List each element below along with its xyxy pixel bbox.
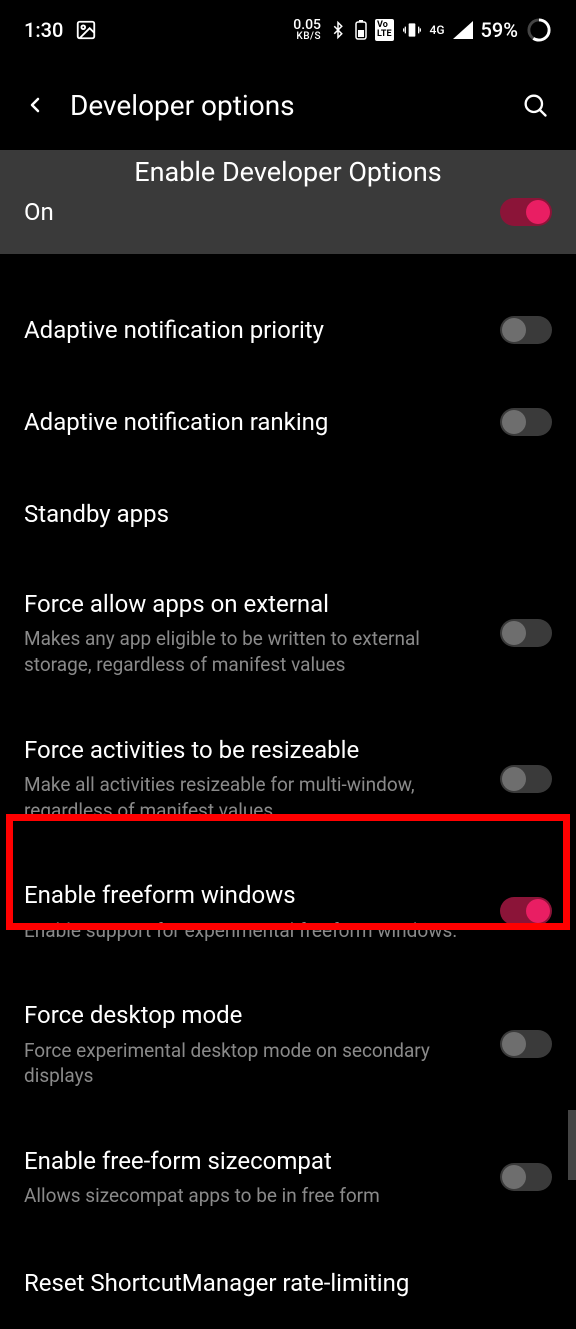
banner-state: On [24,198,54,226]
net-rate: 0.05 KB/S [293,18,321,42]
toggle-switch[interactable] [500,408,552,436]
item-standby-apps[interactable]: Standby apps [24,468,552,560]
item-reset-shortcutmanager[interactable]: Reset ShortcutManager rate-limiting [24,1237,552,1329]
status-time: 1:30 [24,18,63,42]
toggle-switch[interactable] [500,897,552,925]
item-subtitle: Allows sizecompat apps to be in free for… [24,1183,484,1209]
vibrate-icon [402,20,422,40]
battery-ring-icon [526,17,552,43]
net-rate-value: 0.05 [293,18,321,32]
banner-switch[interactable] [500,198,552,226]
banner-title: Enable Developer Options [24,150,552,198]
banner-row[interactable]: On [24,198,552,226]
bluetooth-icon [329,19,347,41]
page-title: Developer options [70,89,500,122]
toggle-switch[interactable] [500,765,552,793]
net-rate-unit: KB/S [293,32,321,42]
toggle-switch[interactable] [500,1163,552,1191]
net-gen: 4G [430,23,445,37]
item-title: Enable free-form sizecompat [24,1145,484,1177]
scrollbar[interactable] [568,1110,576,1180]
item-title: Adaptive notification priority [24,312,484,348]
item-title: Standby apps [24,496,552,532]
item-title: Adaptive notification ranking [24,404,484,440]
signal-icon [453,21,473,39]
status-left: 1:30 [24,18,293,42]
item-force-resizeable[interactable]: Force activities to be resizeable Make a… [24,706,552,852]
item-title: Enable freeform windows [24,879,484,911]
app-header: Developer options [0,60,576,150]
toggle-switch[interactable] [500,619,552,647]
back-icon[interactable] [18,88,52,122]
battery-small-icon [355,20,367,40]
toggle-switch[interactable] [500,1030,552,1058]
search-icon[interactable] [518,88,552,122]
status-bar: 1:30 0.05 KB/S VoLTE 4G 59% [0,0,576,60]
item-adaptive-notification-priority[interactable]: Adaptive notification priority [24,284,552,376]
toggle-switch[interactable] [500,316,552,344]
settings-list: Adaptive notification priority Adaptive … [0,284,576,1329]
item-force-desktop-mode[interactable]: Force desktop mode Force experimental de… [24,971,552,1117]
item-title: Force activities to be resizeable [24,734,484,766]
volte-icon: VoLTE [375,19,394,41]
item-adaptive-notification-ranking[interactable]: Adaptive notification ranking [24,376,552,468]
battery-percent: 59% [481,18,518,42]
item-force-allow-external[interactable]: Force allow apps on external Makes any a… [24,560,552,706]
item-title: Reset ShortcutManager rate-limiting [24,1265,552,1301]
item-subtitle: Makes any app eligible to be written to … [24,626,484,677]
status-right: 0.05 KB/S VoLTE 4G 59% [293,17,552,43]
item-subtitle: Force experimental desktop mode on secon… [24,1038,484,1089]
item-subtitle: Make all activities resizeable for multi… [24,772,484,823]
image-icon [75,19,97,41]
item-freeform-sizecompat[interactable]: Enable free-form sizecompat Allows sizec… [24,1117,552,1237]
item-title: Force desktop mode [24,999,484,1031]
developer-options-banner: Enable Developer Options On [0,150,576,254]
item-subtitle: Enable support for experimental freeform… [24,918,484,944]
item-title: Force allow apps on external [24,588,484,620]
item-enable-freeform-windows[interactable]: Enable freeform windows Enable support f… [24,851,552,971]
